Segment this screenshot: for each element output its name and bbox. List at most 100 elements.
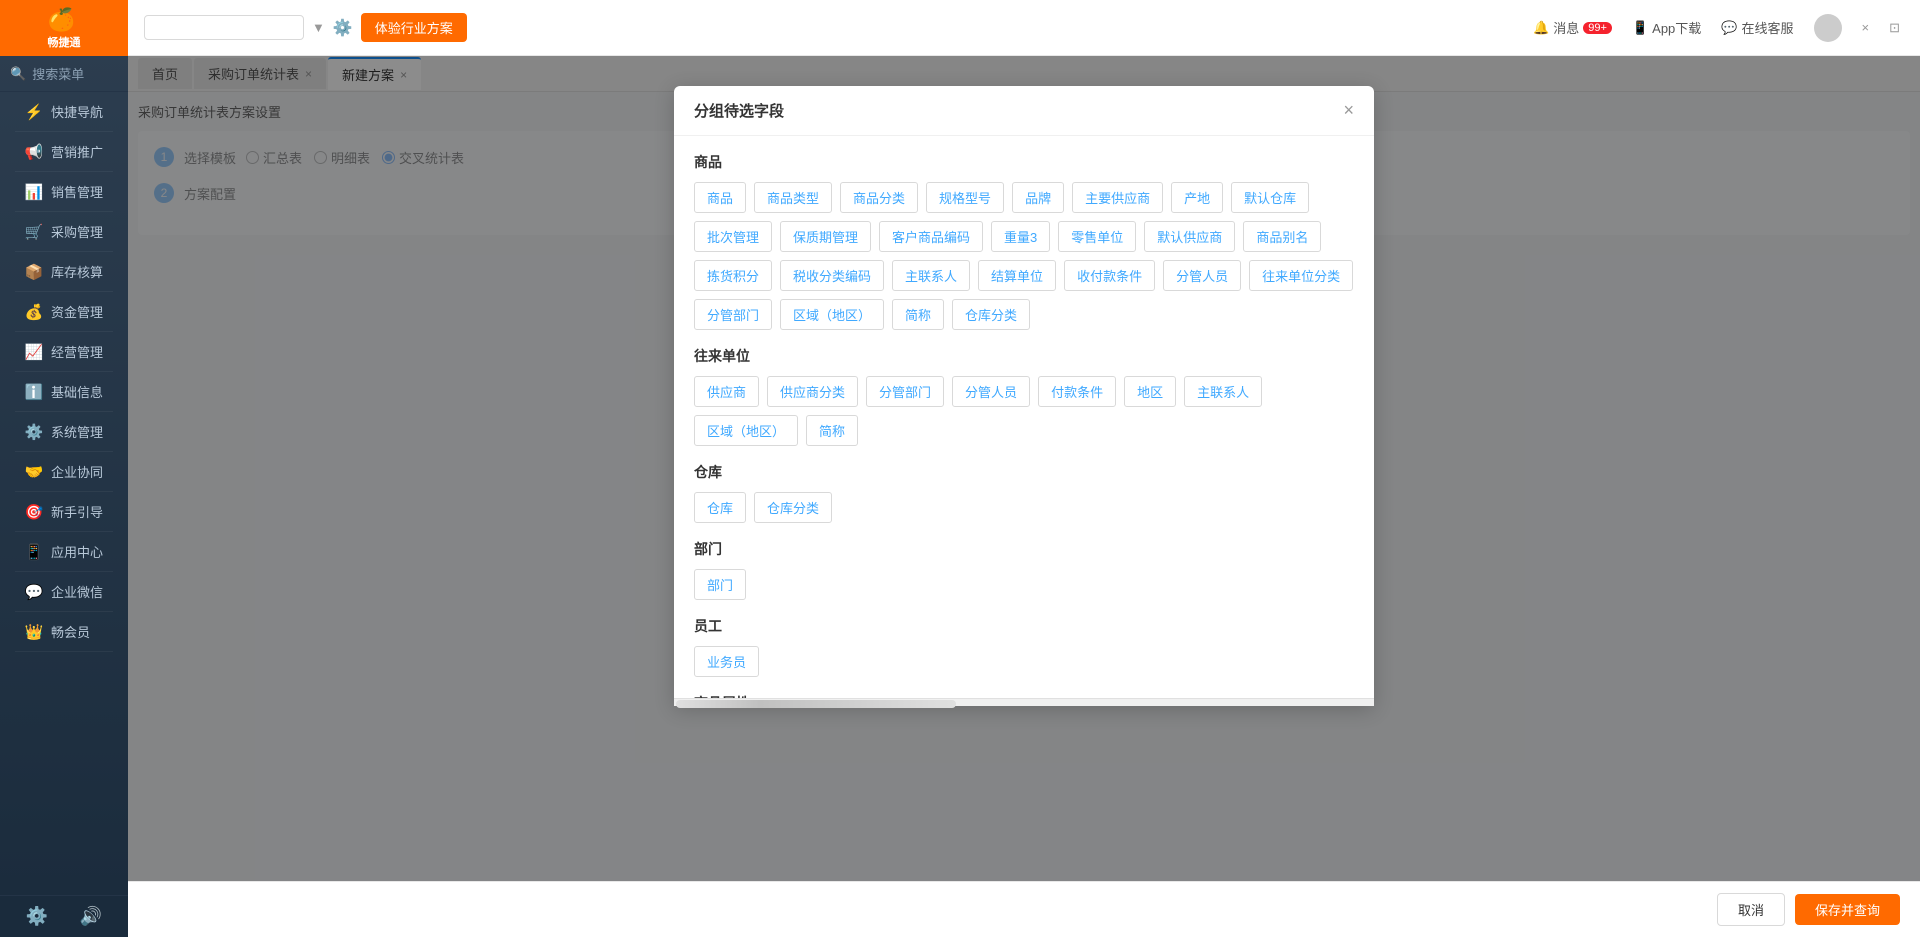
field-tag-仓库分类[interactable]: 仓库分类 <box>754 492 832 523</box>
field-tag-供应商[interactable]: 供应商 <box>694 376 759 407</box>
topnav-dropdown-icon[interactable]: ▼ <box>312 20 325 35</box>
topnav-settings-icon[interactable]: ⚙️ <box>333 18 353 38</box>
search-menu-label: 搜索菜单 <box>32 64 84 83</box>
field-tag-商品[interactable]: 商品 <box>694 182 746 213</box>
modal-body[interactable]: 商品商品商品类型商品分类规格型号品牌主要供应商产地默认仓库批次管理保质期管理客户… <box>674 136 1374 698</box>
sidebar-item-guide[interactable]: 🎯 新手引导 <box>15 492 113 532</box>
sidebar-item-operations[interactable]: 📈 经营管理 <box>15 332 113 372</box>
modal-header: 分组待选字段 × <box>674 86 1374 136</box>
modal-hscroll <box>674 698 1374 706</box>
field-tag-区域（地区）[interactable]: 区域（地区） <box>780 299 884 330</box>
section-title-partner: 往来单位 <box>694 346 1354 366</box>
sidebar-icon-app-center: 📱 <box>25 543 43 561</box>
field-tag-产地[interactable]: 产地 <box>1171 182 1223 213</box>
field-tag-仓库[interactable]: 仓库 <box>694 492 746 523</box>
topnav-left: ▼ ⚙️ 体验行业方案 <box>128 13 1533 42</box>
search-icon: 🔍 <box>10 66 26 82</box>
modal-close-btn[interactable]: × <box>1343 100 1354 121</box>
field-tag-商品类型[interactable]: 商品类型 <box>754 182 832 213</box>
sidebar-item-finance[interactable]: 💰 资金管理 <box>15 292 113 332</box>
download-btn[interactable]: 📱 App下载 <box>1632 18 1701 37</box>
field-tag-保质期管理[interactable]: 保质期管理 <box>780 221 871 252</box>
field-tag-批次管理[interactable]: 批次管理 <box>694 221 772 252</box>
sidebar-icon-guide: 🎯 <box>25 503 43 521</box>
field-tag-规格型号[interactable]: 规格型号 <box>926 182 1004 213</box>
sidebar-logo[interactable]: 🍊 畅捷通 <box>0 0 128 56</box>
trial-btn[interactable]: 体验行业方案 <box>361 13 467 42</box>
footer-bar: 取消 保存并查询 <box>128 881 1920 937</box>
sidebar-item-quick-nav[interactable]: ⚡ 快捷导航 <box>15 92 113 132</box>
field-tag-付款条件[interactable]: 付款条件 <box>1038 376 1116 407</box>
sidebar-item-member[interactable]: 👑 畅会员 <box>15 612 113 652</box>
field-tag-重量3[interactable]: 重量3 <box>991 221 1050 252</box>
field-tag-供应商分类[interactable]: 供应商分类 <box>767 376 858 407</box>
modal-title: 分组待选字段 <box>694 100 784 121</box>
field-tag-地区[interactable]: 地区 <box>1124 376 1176 407</box>
field-tag-业务员[interactable]: 业务员 <box>694 646 759 677</box>
sidebar-label-basic-info: 基础信息 <box>51 382 103 401</box>
field-tag-结算单位[interactable]: 结算单位 <box>978 260 1056 291</box>
sidebar-item-inventory[interactable]: 📦 库存核算 <box>15 252 113 292</box>
sidebar-item-purchase[interactable]: 🛒 采购管理 <box>15 212 113 252</box>
sidebar-label-inventory: 库存核算 <box>51 262 103 281</box>
field-tag-分管人员[interactable]: 分管人员 <box>952 376 1030 407</box>
sidebar-icon-finance: 💰 <box>25 303 43 321</box>
field-grid-warehouse: 仓库仓库分类 <box>694 492 1354 523</box>
sidebar-icon-enterprise: 🤝 <box>25 463 43 481</box>
user-avatar[interactable] <box>1814 14 1842 42</box>
sidebar-label-purchase: 采购管理 <box>51 222 103 241</box>
save-button[interactable]: 保存并查询 <box>1795 894 1900 925</box>
sidebar-item-enterprise[interactable]: 🤝 企业协同 <box>15 452 113 492</box>
field-tag-品牌[interactable]: 品牌 <box>1012 182 1064 213</box>
search-menu[interactable]: 🔍 搜索菜单 <box>0 56 128 92</box>
sidebar-label-system: 系统管理 <box>51 422 103 441</box>
sidebar-item-marketing[interactable]: 📢 营销推广 <box>15 132 113 172</box>
field-tag-默认供应商[interactable]: 默认供应商 <box>1144 221 1235 252</box>
support-btn[interactable]: 💬 在线客服 <box>1721 18 1793 37</box>
field-tag-收付款条件[interactable]: 收付款条件 <box>1064 260 1155 291</box>
sidebar-item-wechat[interactable]: 💬 企业微信 <box>15 572 113 612</box>
field-grid-department: 部门 <box>694 569 1354 600</box>
settings-icon[interactable]: ⚙️ <box>26 906 48 927</box>
close-btn[interactable]: × <box>1862 20 1870 35</box>
expand-btn[interactable]: ⊡ <box>1889 20 1900 36</box>
support-label: 在线客服 <box>1741 18 1793 37</box>
field-tag-仓库分类[interactable]: 仓库分类 <box>952 299 1030 330</box>
field-tag-往来单位分类[interactable]: 往来单位分类 <box>1249 260 1353 291</box>
sidebar-bottom: ⚙️ 🔊 <box>0 895 128 937</box>
field-tag-分管部门[interactable]: 分管部门 <box>866 376 944 407</box>
sidebar-item-system[interactable]: ⚙️ 系统管理 <box>15 412 113 452</box>
sidebar-item-app-center[interactable]: 📱 应用中心 <box>15 532 113 572</box>
field-tag-客户商品编码[interactable]: 客户商品编码 <box>879 221 983 252</box>
field-tag-默认仓库[interactable]: 默认仓库 <box>1231 182 1309 213</box>
topnav-input[interactable] <box>144 15 304 40</box>
section-title-employee: 员工 <box>694 616 1354 636</box>
field-tag-税收分类编码[interactable]: 税收分类编码 <box>780 260 884 291</box>
field-tag-分管人员[interactable]: 分管人员 <box>1163 260 1241 291</box>
field-tag-简称[interactable]: 简称 <box>806 415 858 446</box>
support-icon: 💬 <box>1721 20 1737 36</box>
field-tag-主联系人[interactable]: 主联系人 <box>1184 376 1262 407</box>
sidebar-item-sales[interactable]: 📊 销售管理 <box>15 172 113 212</box>
download-label: App下载 <box>1652 18 1701 37</box>
sidebar-label-quick-nav: 快捷导航 <box>51 102 103 121</box>
field-tag-拣货积分[interactable]: 拣货积分 <box>694 260 772 291</box>
notification-btn[interactable]: 🔔 消息 99+ <box>1533 18 1612 37</box>
field-tag-部门[interactable]: 部门 <box>694 569 746 600</box>
field-tag-主要供应商[interactable]: 主要供应商 <box>1072 182 1163 213</box>
sidebar-item-basic-info[interactable]: ℹ️ 基础信息 <box>15 372 113 412</box>
sidebar-icon-inventory: 📦 <box>25 263 43 281</box>
field-tag-零售单位[interactable]: 零售单位 <box>1058 221 1136 252</box>
field-tag-简称[interactable]: 简称 <box>892 299 944 330</box>
sidebar-label-wechat: 企业微信 <box>51 582 103 601</box>
field-tag-商品分类[interactable]: 商品分类 <box>840 182 918 213</box>
audio-icon[interactable]: 🔊 <box>80 906 102 927</box>
sidebar-label-app-center: 应用中心 <box>51 542 103 561</box>
field-tag-分管部门[interactable]: 分管部门 <box>694 299 772 330</box>
field-tag-区域（地区）[interactable]: 区域（地区） <box>694 415 798 446</box>
sidebar-icon-sales: 📊 <box>25 183 43 201</box>
cancel-button[interactable]: 取消 <box>1717 893 1785 926</box>
download-icon: 📱 <box>1632 20 1648 36</box>
field-tag-商品别名[interactable]: 商品别名 <box>1243 221 1321 252</box>
field-tag-主联系人[interactable]: 主联系人 <box>892 260 970 291</box>
